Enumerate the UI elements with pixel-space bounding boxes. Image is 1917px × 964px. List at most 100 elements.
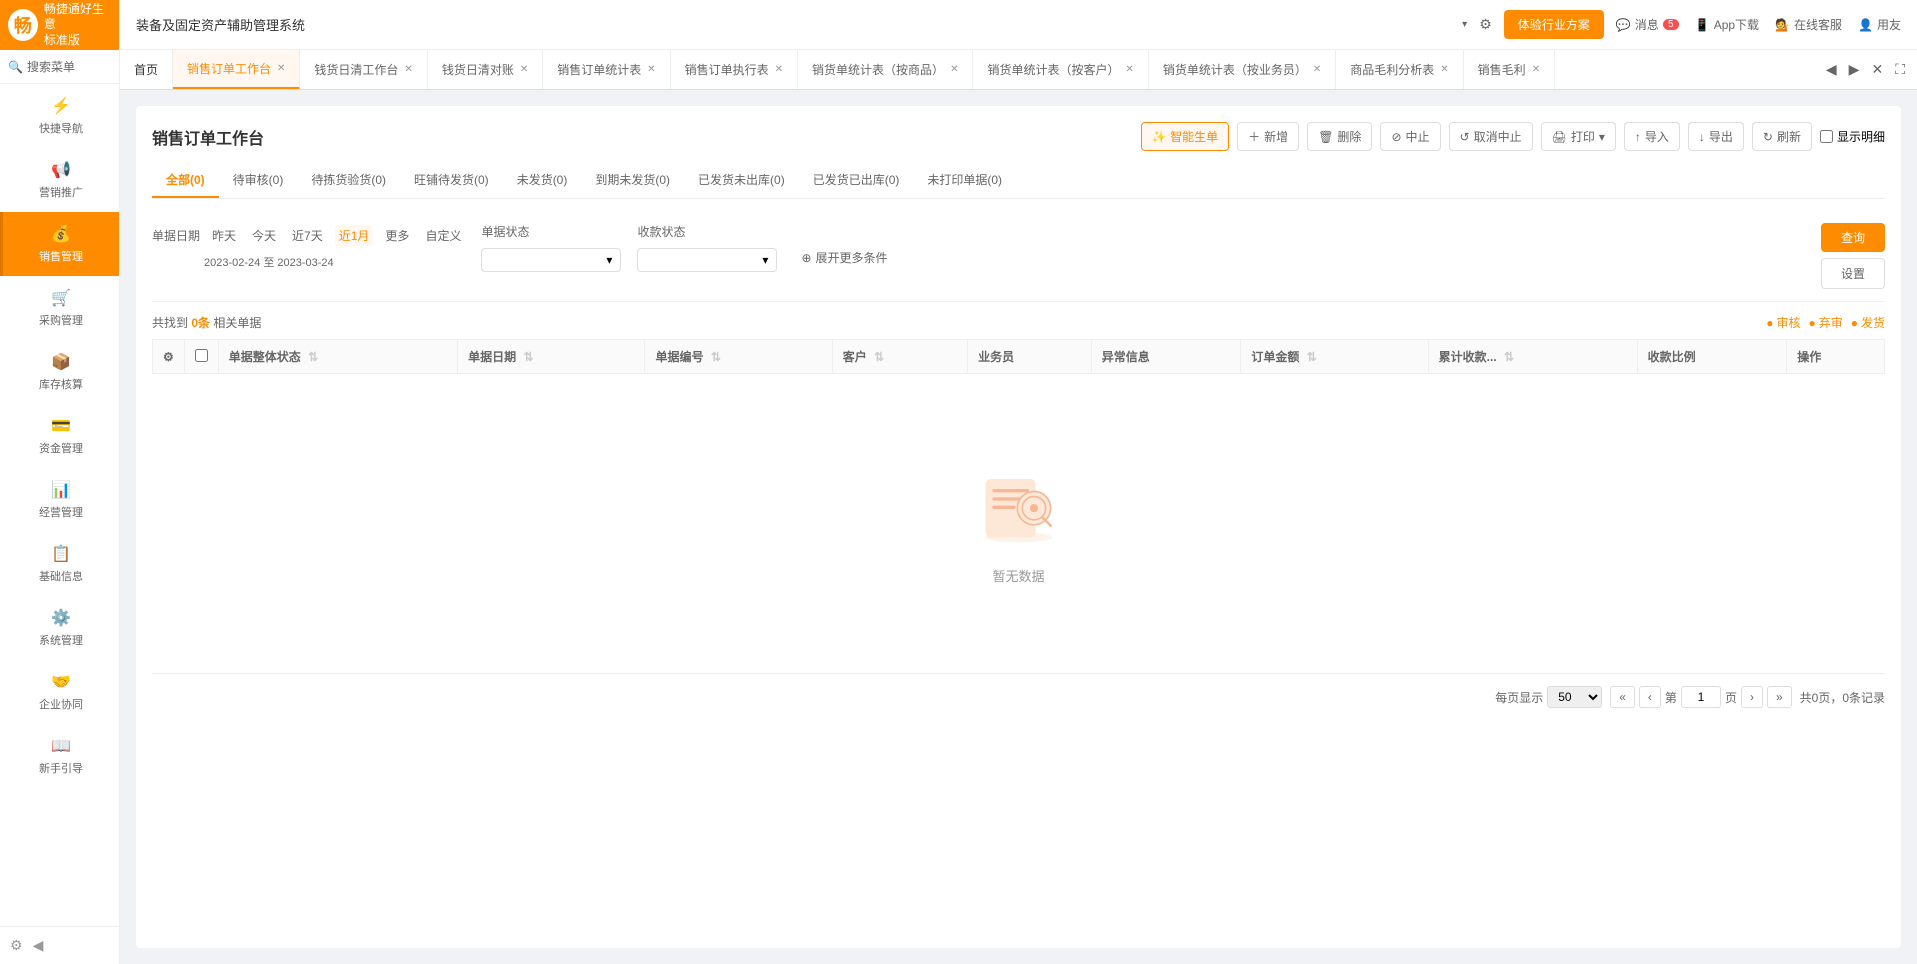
header-settings-icon[interactable]: ⚙ (1479, 16, 1492, 33)
filter-tab-pending-review[interactable]: 待审核(0) (219, 163, 298, 198)
filter-tab-expired-not-shipped[interactable]: 到期未发货(0) (581, 163, 684, 198)
filter-tab-all[interactable]: 全部(0) (152, 163, 219, 198)
cancel-suspend-btn[interactable]: ↺ 取消中止 (1449, 122, 1533, 151)
import-btn[interactable]: ↑ 导入 (1624, 122, 1680, 151)
review-action-btn[interactable]: ● 审核 (1766, 314, 1800, 331)
ship-action-btn[interactable]: ● 发货 (1851, 314, 1885, 331)
collapse-icon[interactable]: ◀ (33, 937, 44, 954)
cancel-review-action-btn[interactable]: ● 弃审 (1808, 314, 1842, 331)
date-more[interactable]: 更多 (381, 225, 413, 246)
tab-close-sales-summary-staff[interactable]: ✕ (1313, 64, 1321, 75)
filter-tab-shipped-out[interactable]: 已发货已出库(0) (799, 163, 914, 198)
sidebar-item-finance[interactable]: 💳资金管理 (0, 404, 119, 468)
sidebar-item-operations[interactable]: 📊经营管理 (0, 468, 119, 532)
tab-cash-reconcile[interactable]: 钱货日清对账✕ (428, 50, 543, 89)
smart-create-btn[interactable]: ✨ 智能生单 (1141, 122, 1229, 151)
number-sort-icon[interactable]: ⇅ (711, 350, 721, 364)
filter-tab-not-shipped[interactable]: 未发货(0) (503, 163, 582, 198)
tab-close-sales-profit[interactable]: ✕ (1532, 64, 1540, 75)
filter-tab-shipped-not-out[interactable]: 已发货未出库(0) (684, 163, 799, 198)
suspend-btn[interactable]: ⊘ 中止 (1380, 122, 1440, 151)
set-btn[interactable]: 设置 (1821, 258, 1885, 289)
status-sort-icon[interactable]: ⇅ (308, 350, 318, 364)
tab-sales-workbench[interactable]: 销售订单工作台✕ (173, 50, 300, 89)
tab-close-all-icon[interactable]: ✕ (1867, 57, 1887, 82)
sidebar-item-quick-nav[interactable]: ⚡快捷导航 (0, 84, 119, 148)
tab-sales-exec[interactable]: 销售订单执行表✕ (671, 50, 798, 89)
date-yesterday[interactable]: 昨天 (208, 225, 240, 246)
date-custom[interactable]: 自定义 (421, 225, 465, 246)
industry-btn[interactable]: 体验行业方案 (1504, 10, 1604, 39)
export-btn[interactable]: ↓ 导出 (1688, 122, 1744, 151)
sidebar-item-inventory[interactable]: 📦库存核算 (0, 340, 119, 404)
search-menu-item[interactable]: 🔍 搜索菜单 (0, 50, 119, 84)
tab-close-sales-summary-product[interactable]: ✕ (950, 64, 958, 75)
amount-sort-icon[interactable]: ⇅ (1307, 350, 1317, 364)
collected-sort-icon[interactable]: ⇅ (1504, 350, 1514, 364)
tab-close-product-margin[interactable]: ✕ (1440, 64, 1448, 75)
app-download-btn[interactable]: 📱 App下载 (1695, 16, 1759, 33)
page-input[interactable] (1681, 686, 1721, 708)
date-7days[interactable]: 近7天 (288, 225, 327, 246)
user-btn[interactable]: 👤 用友 (1858, 16, 1901, 33)
message-label: 消息 (1635, 16, 1659, 33)
tab-sales-summary-product[interactable]: 销货单统计表（按商品）✕ (798, 50, 973, 89)
tab-close-sales-summary-customer[interactable]: ✕ (1125, 64, 1133, 75)
filter-tab-wangpu-pending[interactable]: 旺铺待发货(0) (400, 163, 503, 198)
print-btn[interactable]: 🖨 打印 ▾ (1541, 122, 1616, 151)
tab-sales-stat[interactable]: 销售订单统计表✕ (543, 50, 670, 89)
message-btn[interactable]: 💬 消息 5 (1616, 16, 1679, 33)
sidebar-item-marketing[interactable]: 📢营销推广 (0, 148, 119, 212)
tab-cash-daily[interactable]: 钱货日清工作台✕ (300, 50, 427, 89)
filter-tab-not-printed[interactable]: 未打印单据(0) (913, 163, 1016, 198)
customer-sort-icon[interactable]: ⇅ (874, 350, 884, 364)
filter-tab-pending-inspect[interactable]: 待拣货验货(0) (297, 163, 400, 198)
settings-bottom-icon[interactable]: ⚙ (10, 937, 23, 954)
system-chevron-icon[interactable]: ▾ (1462, 19, 1467, 30)
refresh-btn[interactable]: ↻ 刷新 (1752, 122, 1812, 151)
tab-expand-icon[interactable]: ⛶ (1891, 57, 1909, 82)
date-today[interactable]: 今天 (248, 225, 280, 246)
tab-close-sales-stat[interactable]: ✕ (647, 64, 655, 75)
sidebar-item-sales[interactable]: 💰销售管理 (0, 212, 119, 276)
select-all-checkbox[interactable] (195, 349, 208, 362)
search-row: 单据日期 昨天 今天 近7天 近1月 更多 自定义 2023-02-24 至 2… (152, 223, 1805, 272)
per-page-select[interactable]: 20 50 100 (1547, 686, 1602, 708)
tab-close-cash-reconcile[interactable]: ✕ (520, 64, 528, 75)
expand-conditions-btn[interactable]: ⊕ 展开更多条件 (793, 245, 895, 270)
online-service-btn[interactable]: 💁 在线客服 (1775, 16, 1842, 33)
tab-next-icon[interactable]: ▶ (1845, 57, 1864, 82)
tab-sales-profit[interactable]: 销售毛利✕ (1464, 50, 1555, 89)
tab-list: 首页销售订单工作台✕钱货日清工作台✕钱货日清对账✕销售订单统计表✕销售订单执行表… (120, 50, 1814, 89)
status-select[interactable]: ▾ (481, 248, 621, 272)
tab-prev-icon[interactable]: ◀ (1822, 57, 1841, 82)
prev-page-btn[interactable]: ‹ (1639, 686, 1661, 708)
show-detail-label[interactable]: 显示明细 (1820, 128, 1885, 145)
tab-close-sales-workbench[interactable]: ✕ (277, 63, 285, 74)
tab-close-cash-daily[interactable]: ✕ (404, 64, 412, 75)
query-btn[interactable]: 查询 (1821, 223, 1885, 252)
sidebar-item-purchase[interactable]: 🛒采购管理 (0, 276, 119, 340)
sidebar-item-system[interactable]: ⚙️系统管理 (0, 596, 119, 660)
tab-sales-summary-staff[interactable]: 销货单统计表（按业务员）✕ (1149, 50, 1336, 89)
ship-icon: ● (1851, 316, 1858, 330)
sidebar-item-enterprise[interactable]: 🤝企业协同 (0, 660, 119, 724)
date-1month[interactable]: 近1月 (335, 225, 374, 246)
payment-select[interactable]: ▾ (637, 248, 777, 272)
delete-btn[interactable]: 🗑 删除 (1307, 122, 1372, 151)
tab-sales-summary-customer[interactable]: 销货单统计表（按客户）✕ (973, 50, 1148, 89)
sidebar-item-guide[interactable]: 📖新手引导 (0, 724, 119, 788)
next-page-btn[interactable]: › (1741, 686, 1763, 708)
tab-home[interactable]: 首页 (120, 50, 173, 89)
col-checkbox-header (184, 340, 218, 374)
add-btn[interactable]: ＋ 新增 (1237, 122, 1299, 151)
sidebar-item-basic[interactable]: 📋基础信息 (0, 532, 119, 596)
last-page-btn[interactable]: » (1767, 686, 1792, 708)
date-sort-icon[interactable]: ⇅ (523, 350, 533, 364)
header-actions: 💬 消息 5 📱 App下载 💁 在线客服 👤 用友 (1616, 16, 1901, 33)
tab-close-sales-exec[interactable]: ✕ (775, 64, 783, 75)
expand-icon: ⊕ (801, 251, 811, 265)
show-detail-checkbox[interactable] (1820, 130, 1833, 143)
tab-product-margin[interactable]: 商品毛利分析表✕ (1336, 50, 1463, 89)
first-page-btn[interactable]: « (1610, 686, 1635, 708)
